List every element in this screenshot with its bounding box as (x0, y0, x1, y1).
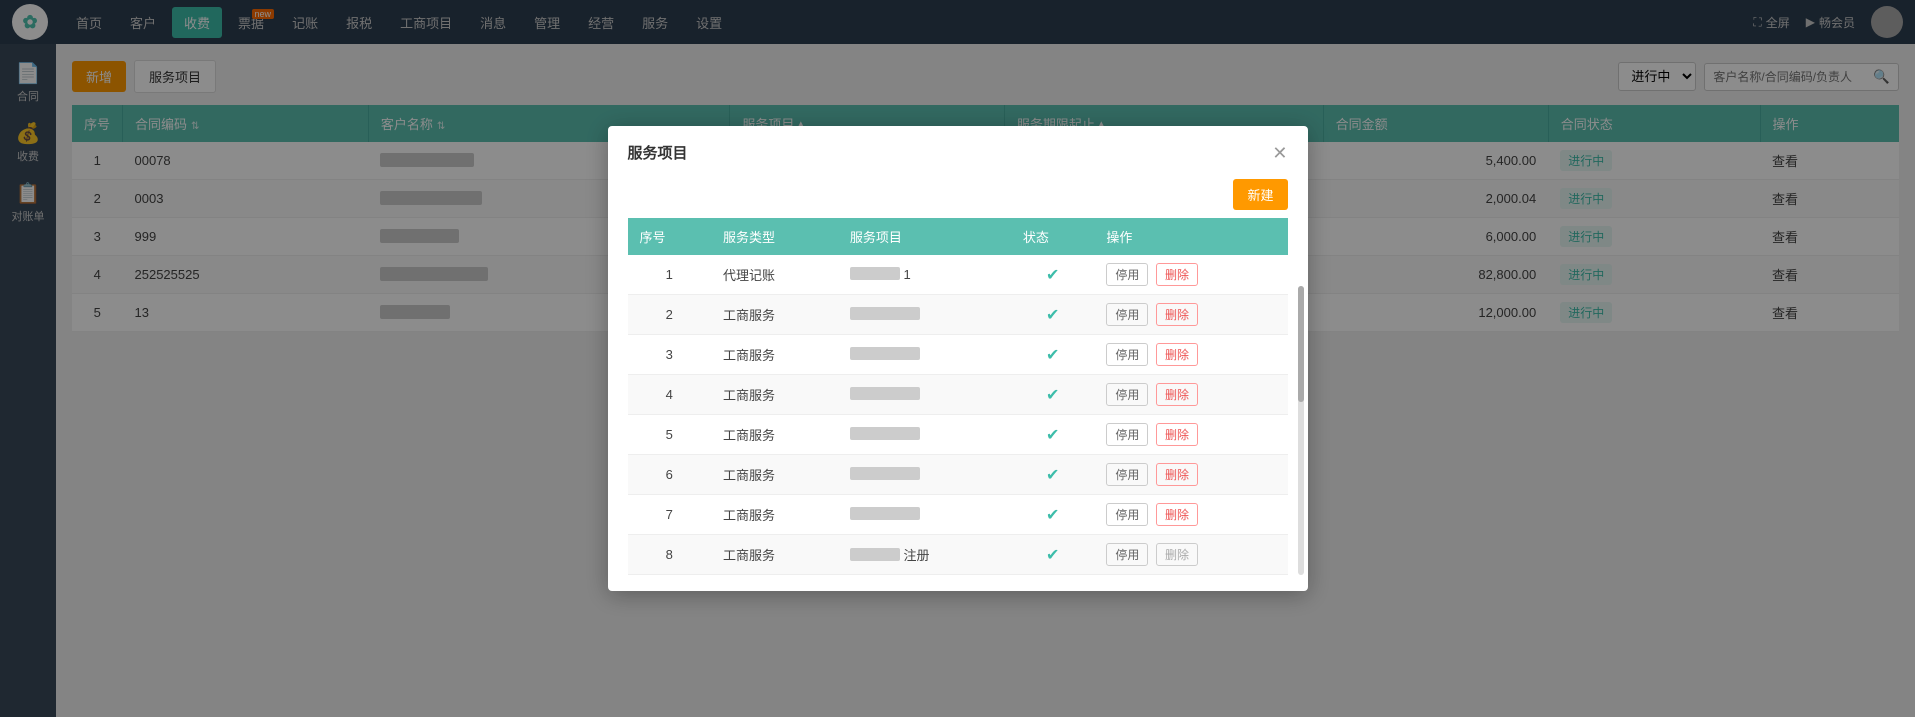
delete-button[interactable]: 删除 (1156, 383, 1198, 406)
modal-cell-seq: 5 (628, 415, 712, 455)
status-check-icon: ✔ (1046, 467, 1059, 484)
modal-cell-status: ✔ (1011, 495, 1095, 535)
modal-cell-action: 停用 删除 (1094, 415, 1287, 455)
modal-cell-seq: 6 (628, 455, 712, 495)
stop-button[interactable]: 停用 (1106, 503, 1148, 526)
status-check-icon: ✔ (1046, 507, 1059, 524)
modal-cell-seq: 2 (628, 295, 712, 335)
modal-table-row: 3 工商服务 ✔ 停用 删除 (628, 335, 1288, 375)
modal-th-type: 服务类型 (711, 218, 838, 255)
modal-cell-item (838, 295, 1011, 335)
modal-cell-action: 停用 删除 (1094, 495, 1287, 535)
modal-table-row: 2 工商服务 ✔ 停用 删除 (628, 295, 1288, 335)
modal-overlay[interactable]: 服务项目 ✕ 新建 序号 服务类型 服务项目 状态 操作 1 代理记账 (0, 0, 1915, 717)
modal-cell-type: 工商服务 (711, 375, 838, 415)
modal-cell-item: 注册 (838, 535, 1011, 575)
modal-cell-status: ✔ (1011, 415, 1095, 455)
modal-th-seq: 序号 (628, 218, 712, 255)
modal-service-table: 序号 服务类型 服务项目 状态 操作 1 代理记账 1 ✔ 停用 删除 2 工商… (628, 218, 1288, 575)
modal-cell-type: 工商服务 (711, 415, 838, 455)
delete-button[interactable]: 删除 (1156, 303, 1198, 326)
modal-header-row: 序号 服务类型 服务项目 状态 操作 (628, 218, 1288, 255)
service-items-modal: 服务项目 ✕ 新建 序号 服务类型 服务项目 状态 操作 1 代理记账 (608, 126, 1308, 591)
modal-table-row: 5 工商服务 ✔ 停用 删除 (628, 415, 1288, 455)
modal-cell-action: 停用 删除 (1094, 535, 1287, 575)
modal-table-row: 8 工商服务 注册 ✔ 停用 删除 (628, 535, 1288, 575)
modal-cell-item (838, 335, 1011, 375)
modal-cell-type: 工商服务 (711, 455, 838, 495)
modal-cell-action: 停用 删除 (1094, 335, 1287, 375)
modal-th-status: 状态 (1011, 218, 1095, 255)
modal-body: 序号 服务类型 服务项目 状态 操作 1 代理记账 1 ✔ 停用 删除 2 工商… (608, 218, 1308, 591)
modal-cell-seq: 1 (628, 255, 712, 295)
modal-cell-action: 停用 删除 (1094, 255, 1287, 295)
modal-cell-type: 工商服务 (711, 495, 838, 535)
modal-cell-type: 工商服务 (711, 535, 838, 575)
modal-cell-item (838, 455, 1011, 495)
modal-cell-action: 停用 删除 (1094, 455, 1287, 495)
modal-cell-item (838, 375, 1011, 415)
modal-cell-item (838, 495, 1011, 535)
stop-button[interactable]: 停用 (1106, 423, 1148, 446)
modal-th-item: 服务项目 (838, 218, 1011, 255)
modal-table-row: 6 工商服务 ✔ 停用 删除 (628, 455, 1288, 495)
modal-cell-seq: 3 (628, 335, 712, 375)
delete-button[interactable]: 删除 (1156, 503, 1198, 526)
status-check-icon: ✔ (1046, 387, 1059, 404)
stop-button[interactable]: 停用 (1106, 303, 1148, 326)
status-check-icon: ✔ (1046, 267, 1059, 284)
modal-table-row: 1 代理记账 1 ✔ 停用 删除 (628, 255, 1288, 295)
stop-button[interactable]: 停用 (1106, 263, 1148, 286)
modal-cell-status: ✔ (1011, 535, 1095, 575)
modal-cell-seq: 8 (628, 535, 712, 575)
modal-scrollbar[interactable] (1298, 286, 1304, 575)
status-check-icon: ✔ (1046, 347, 1059, 364)
status-check-icon: ✔ (1046, 427, 1059, 444)
status-check-icon: ✔ (1046, 307, 1059, 324)
delete-button-disabled[interactable]: 删除 (1156, 543, 1198, 566)
modal-cell-action: 停用 删除 (1094, 295, 1287, 335)
delete-button[interactable]: 删除 (1156, 463, 1198, 486)
modal-cell-status: ✔ (1011, 295, 1095, 335)
modal-cell-status: ✔ (1011, 255, 1095, 295)
modal-cell-seq: 4 (628, 375, 712, 415)
modal-cell-action: 停用 删除 (1094, 375, 1287, 415)
modal-cell-type: 工商服务 (711, 295, 838, 335)
modal-title: 服务项目 (628, 142, 688, 163)
stop-button[interactable]: 停用 (1106, 543, 1148, 566)
stop-button[interactable]: 停用 (1106, 343, 1148, 366)
modal-th-action: 操作 (1094, 218, 1287, 255)
status-check-icon: ✔ (1046, 547, 1059, 564)
modal-cell-type: 工商服务 (711, 335, 838, 375)
delete-button[interactable]: 删除 (1156, 263, 1198, 286)
modal-cell-seq: 7 (628, 495, 712, 535)
modal-cell-type: 代理记账 (711, 255, 838, 295)
modal-new-button[interactable]: 新建 (1233, 179, 1287, 210)
modal-cell-item (838, 415, 1011, 455)
modal-table-row: 4 工商服务 ✔ 停用 删除 (628, 375, 1288, 415)
modal-cell-status: ✔ (1011, 375, 1095, 415)
stop-button[interactable]: 停用 (1106, 463, 1148, 486)
modal-toolbar: 新建 (608, 171, 1308, 218)
modal-header: 服务项目 ✕ (608, 126, 1308, 171)
modal-cell-item: 1 (838, 255, 1011, 295)
modal-cell-status: ✔ (1011, 455, 1095, 495)
stop-button[interactable]: 停用 (1106, 383, 1148, 406)
modal-close-button[interactable]: ✕ (1272, 144, 1287, 162)
modal-table-row: 7 工商服务 ✔ 停用 删除 (628, 495, 1288, 535)
delete-button[interactable]: 删除 (1156, 343, 1198, 366)
modal-cell-status: ✔ (1011, 335, 1095, 375)
scrollbar-thumb (1298, 286, 1304, 402)
delete-button[interactable]: 删除 (1156, 423, 1198, 446)
